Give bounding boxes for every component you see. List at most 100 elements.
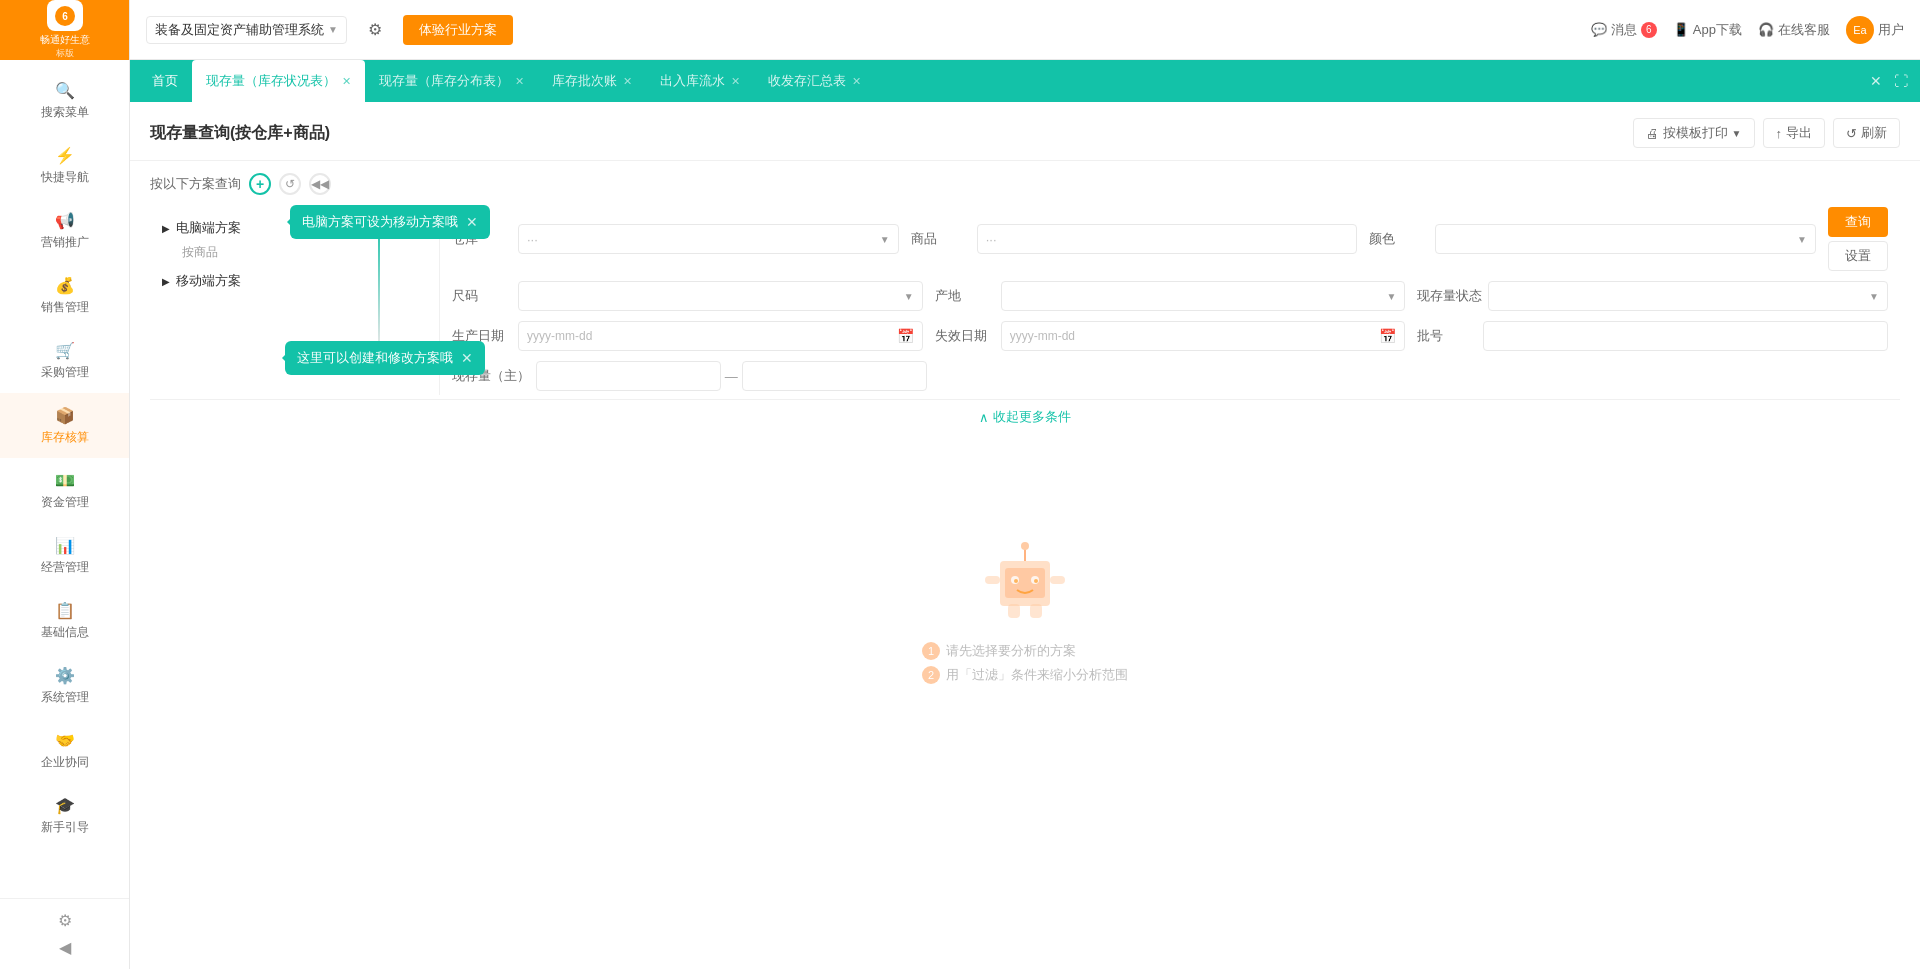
svg-rect-13 <box>1030 604 1042 618</box>
close-tab-icon[interactable]: ✕ <box>515 75 524 88</box>
user-area[interactable]: Ea 用户 <box>1846 16 1904 44</box>
page-actions: 🖨 按模板打印 ▼ ↑ 导出 ↺ 刷新 <box>1633 118 1900 148</box>
tab-batch-account[interactable]: 库存批次账 ✕ <box>538 60 646 102</box>
tab-expand-icon[interactable]: ⛶ <box>1890 69 1912 93</box>
home-label: 首页 <box>152 72 178 90</box>
headset-icon: 🎧 <box>1758 22 1774 37</box>
sidebar-bottom-settings[interactable]: ⚙ <box>58 911 72 930</box>
warehouse-select[interactable]: ··· ▼ <box>518 224 899 254</box>
expire-date-input[interactable]: yyyy-mm-dd 📅 <box>1001 321 1406 351</box>
sidebar-item-label: 经营管理 <box>41 559 89 576</box>
stock-status-select[interactable]: ▼ <box>1488 281 1888 311</box>
sales-icon: 💰 <box>55 275 75 295</box>
sidebar-item-system[interactable]: ⚙️ 系统管理 <box>0 653 129 718</box>
search-button[interactable]: 查询 <box>1828 207 1888 237</box>
print-btn[interactable]: 🖨 按模板打印 ▼ <box>1633 118 1755 148</box>
goods-select[interactable]: ··· <box>977 224 1358 254</box>
filter-back-button[interactable]: ◀◀ <box>309 173 331 195</box>
sidebar-item-purchase[interactable]: 🛒 采购管理 <box>0 328 129 393</box>
tab-batch-account-label: 库存批次账 <box>552 72 617 90</box>
stock-status-field: 现存量状态 ▼ <box>1417 281 1888 311</box>
size-select[interactable]: ▼ <box>518 281 923 311</box>
batch-input[interactable] <box>1483 321 1888 351</box>
tooltip-1-close[interactable]: ✕ <box>466 214 478 230</box>
sidebar-item-operation[interactable]: 📊 经营管理 <box>0 523 129 588</box>
sidebar-item-label: 企业协同 <box>41 754 89 771</box>
sidebar-item-label: 基础信息 <box>41 624 89 641</box>
sidebar-item-newbie[interactable]: 🎓 新手引导 <box>0 783 129 848</box>
sidebar-item-inventory[interactable]: 📦 库存核算 <box>0 393 129 458</box>
print-chevron-icon: ▼ <box>1732 128 1742 139</box>
system-icon: ⚙️ <box>55 665 75 685</box>
sidebar-bottom: ⚙ ◀ <box>0 898 129 969</box>
chevron-up-icon: ∧ <box>979 410 989 425</box>
messages-btn[interactable]: 💬 消息 6 <box>1591 21 1657 39</box>
online-service-btn[interactable]: 🎧 在线客服 <box>1758 21 1830 39</box>
tab-receive-summary[interactable]: 收发存汇总表 ✕ <box>754 60 875 102</box>
stock-main-to[interactable] <box>742 361 927 391</box>
svg-point-6 <box>1014 579 1018 583</box>
header-right: 💬 消息 6 📱 App下载 🎧 在线客服 Ea 用户 <box>1591 16 1904 44</box>
scheme-sub-item[interactable]: 按商品 <box>174 241 439 264</box>
empty-state: 1 请先选择要分析的方案 2 用「过滤」条件来缩小分析范围 <box>130 446 1920 750</box>
scheme-pc-subs: 按商品 <box>150 241 439 264</box>
page-header: 现存量查询(按仓库+商品) 🖨 按模板打印 ▼ ↑ 导出 ↺ 刷新 <box>130 102 1920 161</box>
close-tab-icon[interactable]: ✕ <box>623 75 632 88</box>
color-select[interactable]: ▼ <box>1435 224 1816 254</box>
prod-date-input[interactable]: yyyy-mm-dd 📅 <box>518 321 923 351</box>
sidebar-item-label: 搜索菜单 <box>41 104 89 121</box>
sidebar-item-marketing[interactable]: 📢 营销推广 <box>0 198 129 263</box>
empty-step-2: 2 用「过滤」条件来缩小分析范围 <box>922 666 1128 684</box>
search-menu-icon: 🔍 <box>55 80 75 100</box>
stock-main-from[interactable] <box>536 361 721 391</box>
filter-collapse-btn[interactable]: ∧ 收起更多条件 <box>150 399 1900 434</box>
color-field: 颜色 ▼ <box>1369 224 1816 254</box>
tab-in-out-flow[interactable]: 出入库流水 ✕ <box>646 60 754 102</box>
origin-select[interactable]: ▼ <box>1001 281 1406 311</box>
content-inner: 现存量查询(按仓库+商品) 🖨 按模板打印 ▼ ↑ 导出 ↺ 刷新 <box>130 102 1920 969</box>
settings-button[interactable]: ⚙ <box>359 14 391 46</box>
filter-add-button[interactable]: + <box>249 173 271 195</box>
close-tab-icon[interactable]: ✕ <box>342 75 351 88</box>
collapse-arrow-icon: ◀ <box>59 938 71 957</box>
calendar-icon: 📅 <box>897 328 914 344</box>
sidebar-item-sales[interactable]: 💰 销售管理 <box>0 263 129 328</box>
tab-inventory-dist[interactable]: 现存量（库存分布表） ✕ <box>365 60 538 102</box>
sidebar-nav: 🔍 搜索菜单 ⚡ 快捷导航 📢 营销推广 💰 销售管理 🛒 采购管理 📦 库存核… <box>0 60 129 898</box>
warehouse-value: ··· <box>527 232 538 247</box>
svg-point-9 <box>1021 542 1029 550</box>
print-icon: 🖨 <box>1646 126 1659 141</box>
sidebar-item-search-menu[interactable]: 🔍 搜索菜单 <box>0 68 129 133</box>
stock-main-range: — <box>536 361 927 391</box>
scheme-mobile[interactable]: ▶ 移动端方案 <box>150 268 439 294</box>
sidebar-item-enterprise[interactable]: 🤝 企业协同 <box>0 718 129 783</box>
svg-rect-10 <box>985 576 1000 584</box>
tab-inventory-status[interactable]: 现存量（库存状况表） ✕ <box>192 60 365 102</box>
user-avatar: Ea <box>1846 16 1874 44</box>
tab-bar: 首页 现存量（库存状况表） ✕ 现存量（库存分布表） ✕ 库存批次账 ✕ 出入库… <box>130 60 1920 102</box>
export-btn[interactable]: ↑ 导出 <box>1763 118 1826 148</box>
close-tab-icon[interactable]: ✕ <box>852 75 861 88</box>
chevron-icon: ▼ <box>880 234 890 245</box>
sidebar-bottom-collapse[interactable]: ◀ <box>59 938 71 957</box>
sidebar-item-quick-nav[interactable]: ⚡ 快捷导航 <box>0 133 129 198</box>
system-selector[interactable]: 装备及固定资产辅助管理系统 ▼ <box>146 16 347 44</box>
sidebar-item-label: 系统管理 <box>41 689 89 706</box>
tab-home[interactable]: 首页 <box>138 60 192 102</box>
tab-close-all-icon[interactable]: ✕ <box>1866 69 1886 93</box>
svg-point-7 <box>1034 579 1038 583</box>
industry-btn[interactable]: 体验行业方案 <box>403 15 513 45</box>
filter-refresh-button[interactable]: ↺ <box>279 173 301 195</box>
close-tab-icon[interactable]: ✕ <box>731 75 740 88</box>
sidebar-item-finance[interactable]: 💵 资金管理 <box>0 458 129 523</box>
svg-rect-11 <box>1050 576 1065 584</box>
purchase-icon: 🛒 <box>55 340 75 360</box>
color-label: 颜色 <box>1369 230 1429 248</box>
app-download-btn[interactable]: 📱 App下载 <box>1673 21 1742 39</box>
refresh-btn[interactable]: ↺ 刷新 <box>1833 118 1900 148</box>
tooltip-2-close[interactable]: ✕ <box>461 350 473 366</box>
refresh-label: 刷新 <box>1861 124 1887 142</box>
svg-rect-12 <box>1008 604 1020 618</box>
sidebar-item-base-info[interactable]: 📋 基础信息 <box>0 588 129 653</box>
reset-button[interactable]: 设置 <box>1828 241 1888 271</box>
